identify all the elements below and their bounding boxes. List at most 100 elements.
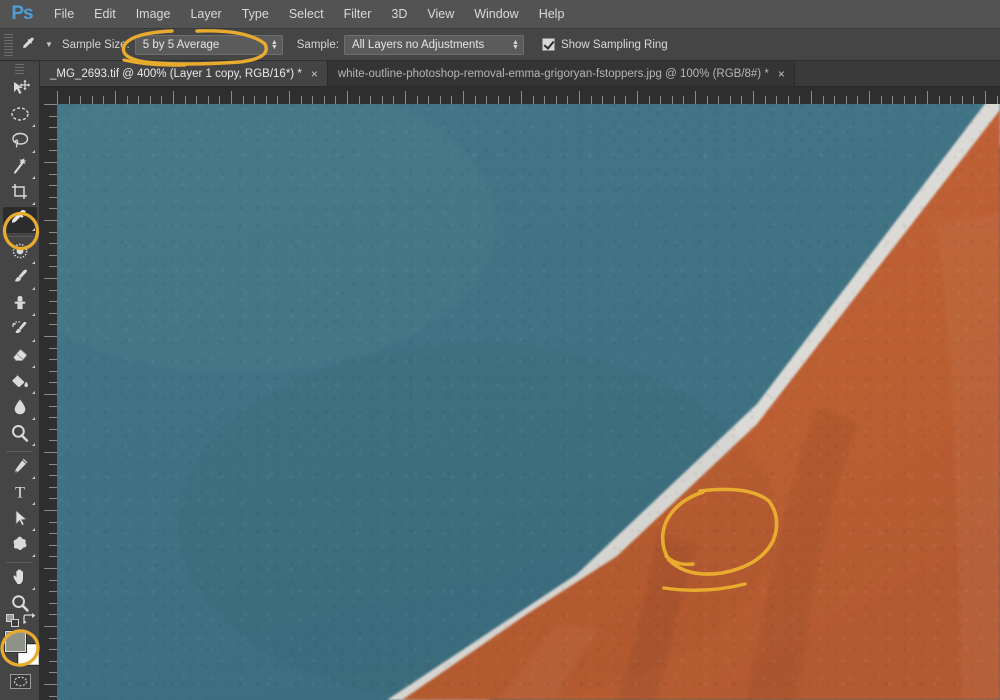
ruler-tick: [939, 96, 940, 104]
tools-panel: T: [0, 61, 40, 700]
eyedropper-icon[interactable]: [16, 33, 42, 57]
ruler-tick: [80, 96, 81, 104]
tool-flyout-triangle-icon[interactable]: [31, 391, 35, 394]
show-sampling-ring-checkbox[interactable]: [541, 38, 555, 51]
document-tab-active[interactable]: _MG_2693.tif @ 400% (Layer 1 copy, RGB/1…: [40, 61, 328, 86]
tool-flyout-triangle-icon[interactable]: [31, 176, 35, 179]
close-icon[interactable]: ×: [778, 68, 785, 80]
ruler-tick: [950, 96, 951, 104]
tool-preset-chevron-down-icon[interactable]: ▼: [42, 33, 56, 57]
path-selection-tool[interactable]: [3, 507, 37, 533]
show-sampling-ring-checkbox-group[interactable]: Show Sampling Ring: [541, 38, 668, 51]
eyedropper-tool[interactable]: [2, 207, 37, 233]
gradient-tool[interactable]: [3, 370, 37, 396]
tool-flyout-triangle-icon[interactable]: [31, 313, 35, 316]
options-bar-grip[interactable]: [4, 33, 13, 56]
hand-tool[interactable]: [3, 566, 37, 592]
sample-select[interactable]: All Layers no Adjustments ▲ ▼: [343, 34, 524, 55]
canvas-artwork: [57, 104, 1000, 700]
close-icon[interactable]: ×: [311, 68, 318, 80]
horizontal-ruler[interactable]: [57, 87, 1000, 104]
lasso-tool[interactable]: [3, 129, 37, 155]
ruler-tick: [823, 96, 824, 104]
brush-tool[interactable]: [3, 266, 37, 292]
blur-tool[interactable]: [3, 396, 37, 422]
ruler-tick: [904, 96, 905, 104]
ruler-tick: [44, 394, 57, 395]
ruler-tick: [103, 96, 104, 104]
eraser-tool[interactable]: [3, 344, 37, 370]
magic-wand-tool[interactable]: [3, 155, 37, 181]
quick-mask-icon[interactable]: [10, 674, 31, 694]
ruler-tick: [49, 545, 57, 546]
move-tool[interactable]: [3, 77, 37, 103]
ruler-tick: [683, 96, 684, 104]
sample-stepper-icon[interactable]: ▲ ▼: [512, 39, 519, 51]
ruler-tick: [49, 440, 57, 441]
ruler-tick: [625, 96, 626, 104]
tool-flyout-triangle-icon[interactable]: [31, 443, 35, 446]
ruler-tick: [602, 96, 603, 104]
ruler-tick: [927, 91, 928, 104]
sample-size-select[interactable]: 5 by 5 Average ▲ ▼: [134, 34, 283, 55]
ruler-tick: [138, 96, 139, 104]
tools-panel-grip[interactable]: [15, 64, 24, 76]
tool-flyout-triangle-icon[interactable]: [31, 417, 35, 420]
menu-item-type[interactable]: Type: [232, 0, 279, 29]
tool-flyout-triangle-icon[interactable]: [31, 150, 35, 153]
tool-flyout-triangle-icon[interactable]: [31, 554, 35, 557]
tool-flyout-triangle-icon[interactable]: [31, 502, 35, 505]
dodge-tool[interactable]: [3, 422, 37, 448]
sample-size-stepper-icon[interactable]: ▲ ▼: [271, 39, 278, 51]
clone-stamp-tool[interactable]: [3, 292, 37, 318]
ruler-tick: [428, 96, 429, 104]
swap-colors-icon[interactable]: [22, 613, 36, 632]
ruler-tick: [707, 96, 708, 104]
document-tab-bar: _MG_2693.tif @ 400% (Layer 1 copy, RGB/1…: [40, 61, 1000, 87]
tool-flyout-triangle-icon[interactable]: [31, 228, 35, 231]
menu-item-file[interactable]: File: [44, 0, 84, 29]
tool-flyout-triangle-icon[interactable]: [31, 287, 35, 290]
menu-item-window[interactable]: Window: [464, 0, 528, 29]
menu-item-image[interactable]: Image: [126, 0, 181, 29]
vertical-ruler[interactable]: [40, 104, 57, 700]
menu-item-help[interactable]: Help: [529, 0, 575, 29]
tool-flyout-triangle-icon[interactable]: [31, 528, 35, 531]
ruler-tick: [49, 371, 57, 372]
tool-flyout-triangle-icon[interactable]: [31, 476, 35, 479]
type-tool[interactable]: T: [3, 481, 37, 507]
ruler-tick: [44, 510, 57, 511]
pen-tool[interactable]: [3, 455, 37, 481]
tool-flyout-triangle-icon[interactable]: [31, 202, 35, 205]
menu-item-filter[interactable]: Filter: [334, 0, 382, 29]
menu-item-edit[interactable]: Edit: [84, 0, 126, 29]
menu-item-3d[interactable]: 3D: [381, 0, 417, 29]
document-tab-inactive[interactable]: white-outline-photoshop-removal-emma-gri…: [327, 61, 795, 86]
tool-flyout-triangle-icon[interactable]: [31, 365, 35, 368]
menu-item-layer[interactable]: Layer: [180, 0, 231, 29]
ruler-tick: [49, 185, 57, 186]
crop-tool[interactable]: [3, 181, 37, 207]
ruler-tick: [799, 96, 800, 104]
foreground-color-swatch[interactable]: [5, 631, 26, 652]
tool-flyout-triangle-icon[interactable]: [31, 261, 35, 264]
elliptical-marquee-tool[interactable]: [3, 103, 37, 129]
history-brush-tool[interactable]: [3, 318, 37, 344]
ruler-tick: [49, 232, 57, 233]
menu-item-select[interactable]: Select: [279, 0, 334, 29]
eyedropper-icon: [10, 208, 30, 233]
tool-flyout-triangle-icon[interactable]: [31, 339, 35, 342]
custom-shape-tool[interactable]: [3, 533, 37, 559]
menu-item-view[interactable]: View: [417, 0, 464, 29]
image-canvas[interactable]: [57, 104, 1000, 700]
eraser-icon: [10, 345, 30, 370]
spot-healing-brush-tool[interactable]: [3, 240, 37, 266]
tool-flyout-triangle-icon[interactable]: [31, 124, 35, 127]
history-brush-icon: [10, 319, 30, 344]
ruler-tick: [44, 568, 57, 569]
ruler-tick: [49, 266, 57, 267]
tool-flyout-triangle-icon[interactable]: [31, 587, 35, 590]
ruler-tick: [440, 96, 441, 104]
ruler-tick: [49, 661, 57, 662]
ruler-tick: [776, 96, 777, 104]
